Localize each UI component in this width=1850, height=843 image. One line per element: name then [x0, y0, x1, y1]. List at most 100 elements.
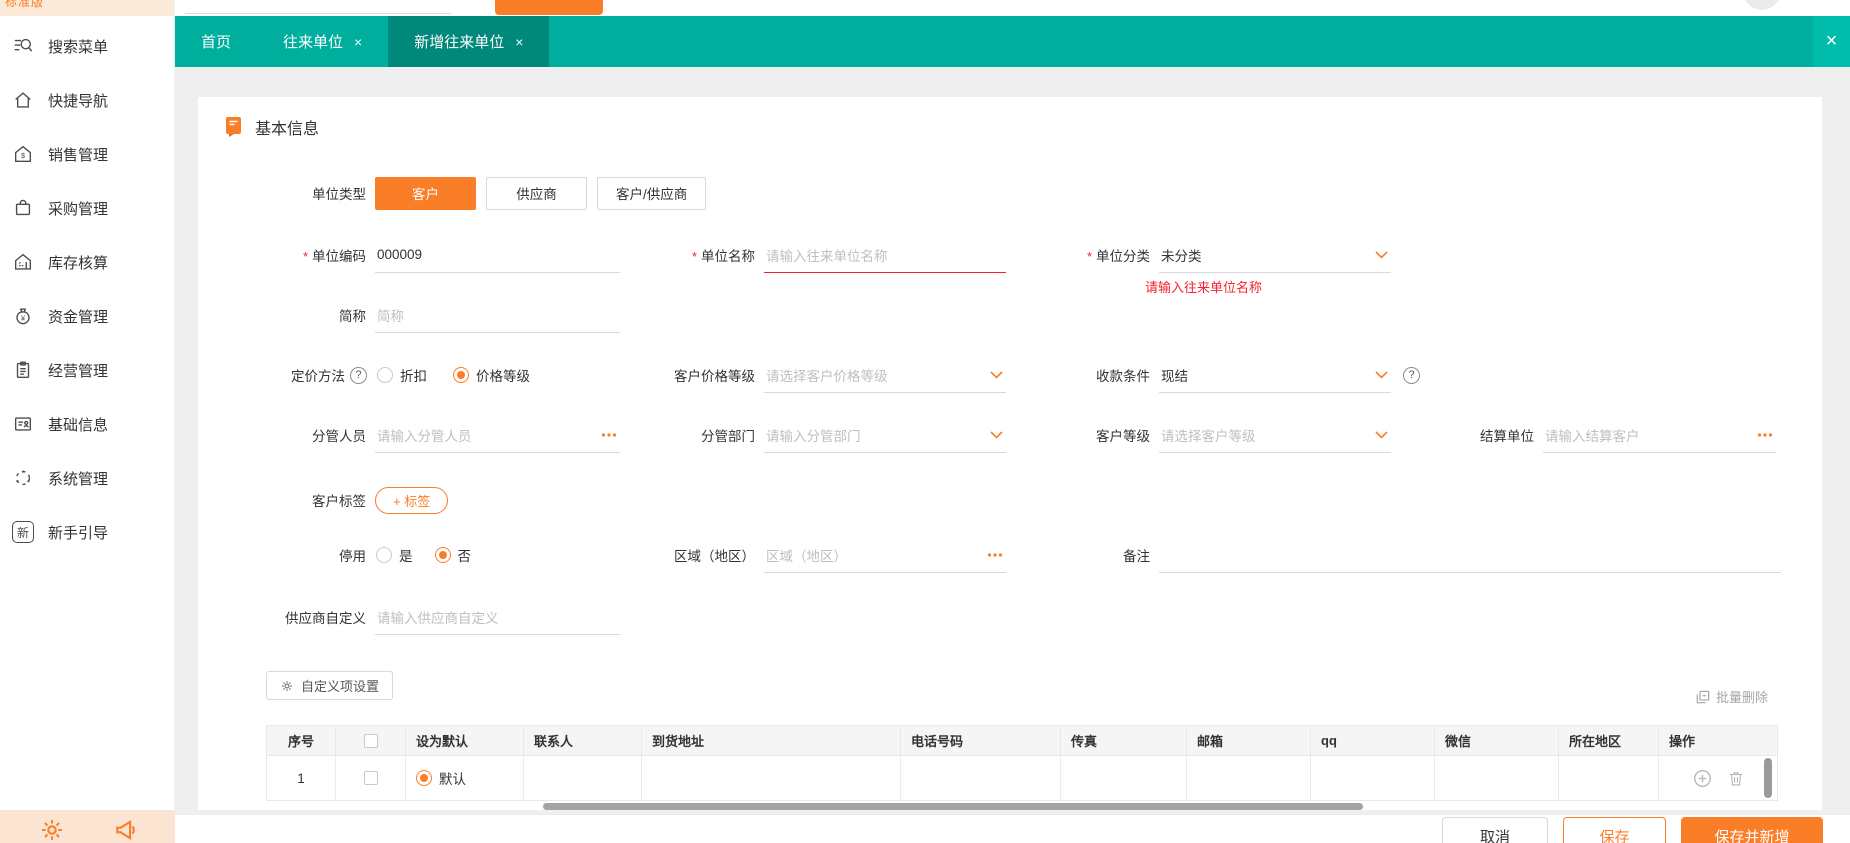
sidebar-item-label: 库存核算	[48, 254, 109, 272]
guide-icon: 新	[11, 520, 35, 544]
section-doc-icon	[226, 117, 241, 137]
sidebar-footer	[0, 810, 175, 843]
save-button[interactable]: 保存	[1563, 817, 1666, 843]
sidebar-item-sales[interactable]: $ 销售管理	[0, 127, 174, 181]
top-search-button[interactable]	[495, 0, 603, 15]
window-close-button[interactable]: ×	[1813, 16, 1850, 67]
pricing-method-radios: 折扣 价格等级	[377, 365, 556, 385]
horizontal-scrollbar[interactable]	[543, 803, 1363, 810]
delete-row-icon[interactable]	[1728, 770, 1744, 787]
pricing-discount-radio[interactable]: 折扣	[377, 365, 427, 385]
default-radio[interactable]: 默认	[416, 768, 466, 788]
edition-badge-label: 标准版	[5, 0, 45, 9]
sidebar-item-system[interactable]: 系统管理	[0, 451, 174, 505]
sidebar-item-operations[interactable]: 经营管理	[0, 343, 174, 397]
custom-fields-settings-button[interactable]: 自定义项设置	[266, 671, 394, 700]
select-all-checkbox[interactable]	[363, 733, 378, 748]
add-tag-button[interactable]: + 标签	[375, 486, 449, 514]
field-customer-tags: 客户标签 + 标签	[198, 482, 449, 518]
cell-contact[interactable]	[524, 756, 642, 800]
add-row-icon[interactable]	[1693, 769, 1712, 788]
form-card: 基本信息 单位类型 客户 供应商 客户/供应商 * 单位编码 000009 * 单位…	[198, 97, 1822, 810]
settlement-unit-label: 结算单位	[1480, 429, 1534, 444]
save-and-new-button[interactable]: 保存并新增	[1681, 817, 1823, 843]
settlement-unit-input[interactable]: 请输入结算客户	[1543, 417, 1776, 453]
unit-category-select[interactable]: 未分类	[1159, 237, 1391, 273]
tab-partner-list[interactable]: 往来单位 ×	[257, 16, 388, 67]
disabled-no-radio[interactable]: 否	[434, 545, 472, 565]
label-text: 单位分类	[1096, 249, 1150, 264]
tab-close-icon[interactable]: ×	[354, 35, 362, 49]
global-search-input[interactable]	[185, 13, 451, 14]
operations-icon	[11, 358, 35, 382]
unit-code-label: * 单位编码	[198, 245, 366, 265]
sidebar-item-funds[interactable]: ¥ 资金管理	[0, 289, 174, 343]
system-icon	[11, 466, 35, 490]
sidebar-item-label: 新手引导	[48, 524, 109, 542]
unit-type-supplier-button[interactable]: 供应商	[486, 176, 587, 210]
unit-name-error: 请输入往来单位名称	[1145, 280, 1263, 295]
section-header: 基本信息	[225, 115, 319, 139]
top-strip	[175, 0, 1850, 16]
sidebar-item-guide[interactable]: 新 新手引导	[0, 505, 174, 559]
customer-level-select[interactable]: 请选择客户等级	[1159, 417, 1391, 453]
short-name-input[interactable]: 简称	[375, 297, 620, 333]
tab-new-partner[interactable]: 新增往来单位 ×	[388, 16, 550, 67]
field-unit-code: * 单位编码 000009	[198, 237, 620, 273]
cell-wechat[interactable]	[1435, 756, 1559, 800]
col-qq: qq	[1311, 726, 1435, 755]
col-wechat: 微信	[1435, 726, 1559, 755]
vertical-scrollbar[interactable]	[1764, 758, 1772, 798]
radio-label: 价格等级	[476, 369, 530, 384]
radio-label: 否	[457, 549, 472, 564]
tab-label: 首页	[201, 34, 232, 51]
tab-close-icon[interactable]: ×	[515, 35, 523, 49]
avatar[interactable]	[1743, 0, 1781, 10]
radio-label: 是	[399, 549, 413, 564]
cell-qq[interactable]	[1311, 756, 1435, 800]
supplier-custom-input[interactable]: 请输入供应商自定义	[375, 599, 620, 635]
gear-icon	[282, 680, 292, 691]
unit-type-customer-button[interactable]: 客户	[375, 176, 476, 210]
chevron-down-icon[interactable]	[1375, 250, 1388, 259]
help-icon[interactable]: ?	[1403, 366, 1420, 384]
sidebar-item-inventory[interactable]: 库存核算	[0, 235, 174, 289]
svg-text:$: $	[21, 151, 25, 160]
unit-category-label: * 单位分类	[958, 245, 1150, 265]
gear-icon[interactable]	[38, 816, 66, 843]
col-fax: 传真	[1061, 726, 1187, 755]
cell-address[interactable]	[642, 756, 901, 800]
cell-fax[interactable]	[1061, 756, 1187, 800]
cell-checkbox	[336, 756, 406, 800]
remark-input[interactable]	[1159, 537, 1781, 573]
sidebar-item-quick-nav[interactable]: 快捷导航	[0, 73, 174, 127]
region-placeholder: 区域（地区）	[766, 548, 847, 564]
field-department: 分管部门 请输入分管部门	[578, 417, 1006, 453]
unit-code-value: 000009	[377, 247, 423, 262]
tab-home[interactable]: 首页	[175, 16, 257, 67]
edition-badge: 标准版	[0, 0, 174, 16]
cell-region[interactable]	[1559, 756, 1659, 800]
cell-phone[interactable]	[901, 756, 1061, 800]
cancel-button[interactable]: 取消	[1442, 817, 1548, 843]
field-short-name: 简称 简称	[198, 297, 620, 333]
pricing-price-level-radio[interactable]: 价格等级	[453, 365, 530, 385]
short-name-label: 简称	[339, 309, 366, 324]
col-checkbox	[336, 726, 406, 755]
unit-category-value: 未分类	[1161, 248, 1202, 264]
megaphone-icon[interactable]	[112, 816, 140, 843]
sidebar-item-base-info[interactable]: 基础信息	[0, 397, 174, 451]
sidebar-item-label: 销售管理	[48, 146, 109, 164]
unit-type-both-button[interactable]: 客户/供应商	[597, 176, 707, 210]
chevron-down-icon[interactable]	[1375, 370, 1388, 379]
more-icon[interactable]	[1757, 432, 1773, 438]
disabled-yes-radio[interactable]: 是	[376, 545, 413, 565]
row-checkbox[interactable]	[363, 771, 378, 785]
batch-delete-button[interactable]: 批量删除	[1696, 687, 1768, 706]
payment-terms-select[interactable]: 现结	[1159, 357, 1391, 393]
help-icon[interactable]: ?	[350, 366, 367, 384]
sidebar-item-search-menu[interactable]: 搜索菜单	[0, 19, 174, 73]
radio-icon	[434, 547, 451, 563]
cell-email[interactable]	[1187, 756, 1311, 800]
sidebar-item-purchase[interactable]: 采购管理	[0, 181, 174, 235]
